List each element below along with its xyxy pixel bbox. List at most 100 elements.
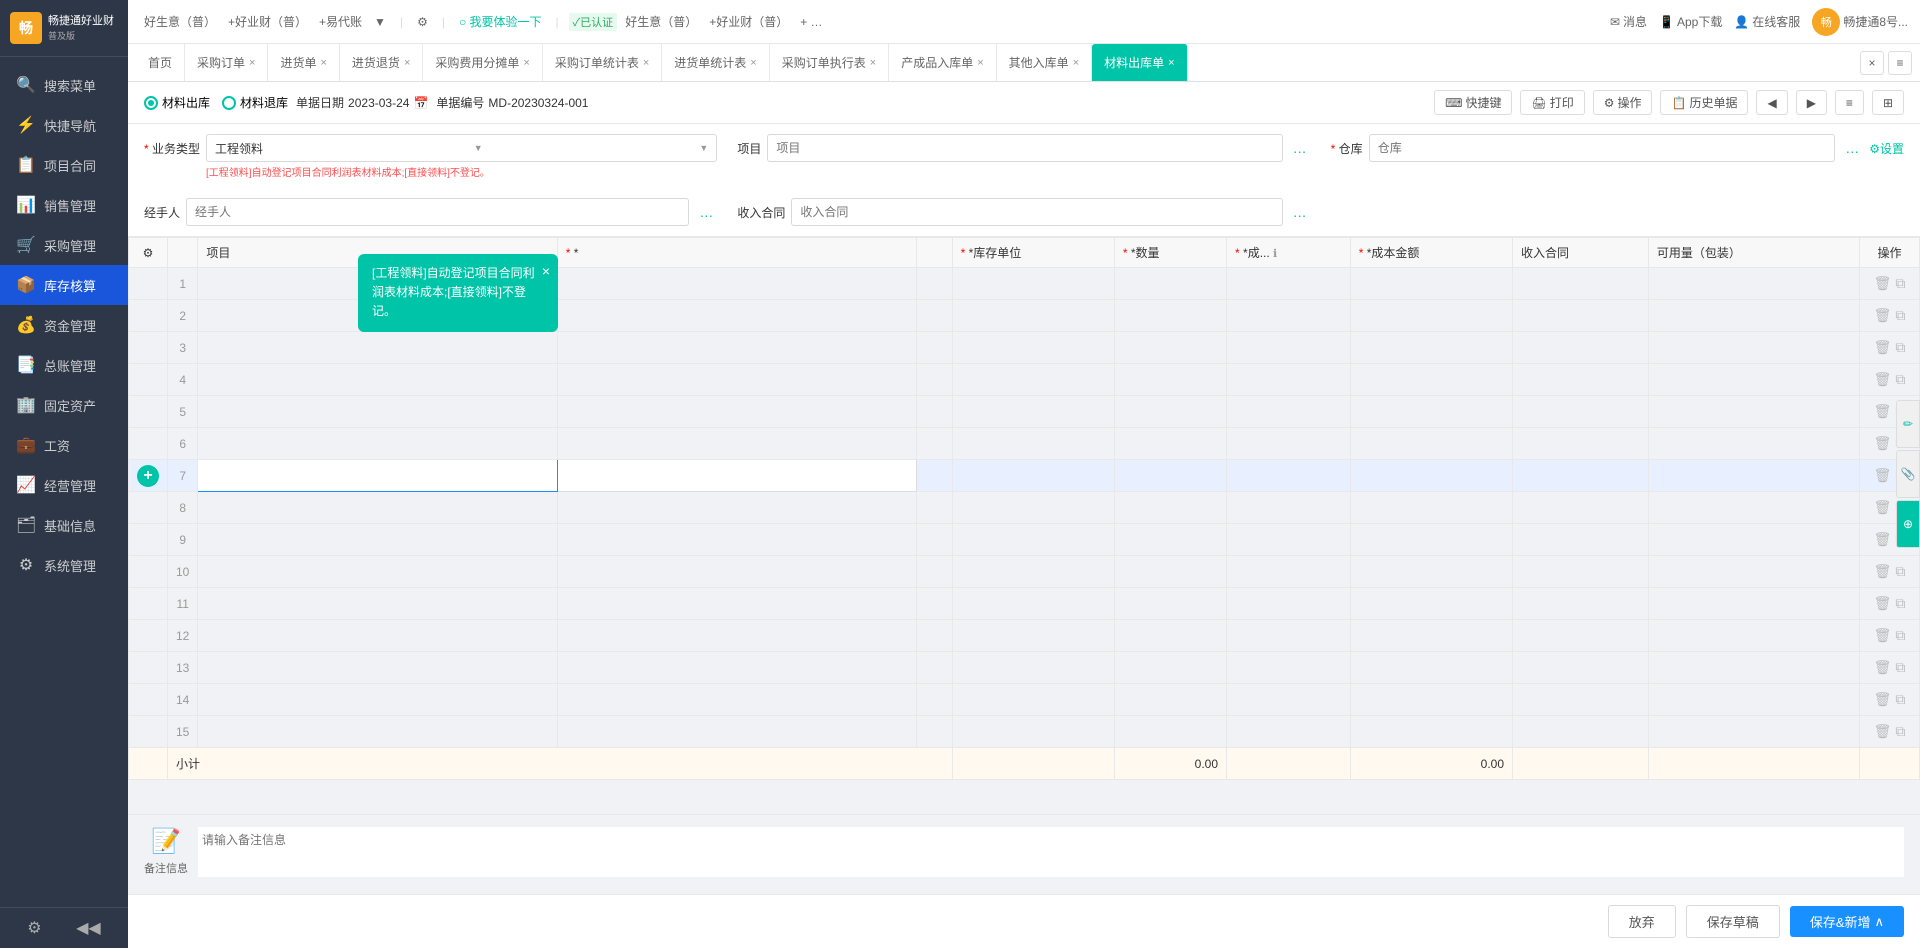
tab-close-icon[interactable]: × bbox=[404, 57, 410, 69]
delete-row-icon[interactable]: 🗑 bbox=[1874, 371, 1892, 388]
sidebar-settings-button[interactable]: ⚙ bbox=[27, 918, 41, 938]
row-available-qty[interactable] bbox=[1648, 268, 1859, 300]
project-dots-btn[interactable]: … bbox=[1289, 140, 1311, 156]
delete-row-icon[interactable]: 🗑 bbox=[1874, 595, 1892, 612]
view-list-btn[interactable]: ≡ bbox=[1835, 90, 1864, 115]
tab-close-icon[interactable]: × bbox=[249, 57, 255, 69]
row-income-contract[interactable] bbox=[1513, 268, 1649, 300]
tab-close-icon[interactable]: × bbox=[320, 57, 326, 69]
right-tool-paperclip-btn[interactable]: 📎 bbox=[1896, 450, 1920, 498]
row-available-qty[interactable] bbox=[1648, 300, 1859, 332]
copy-row-icon[interactable]: ⧉ bbox=[1895, 275, 1905, 292]
row-product[interactable] bbox=[557, 268, 916, 300]
copy-row-icon[interactable]: ⧉ bbox=[1895, 563, 1905, 580]
tab-purchase-cost[interactable]: 采购费用分摊单 × bbox=[423, 44, 542, 82]
row-unit[interactable] bbox=[952, 300, 1114, 332]
remarks-textarea[interactable] bbox=[198, 827, 1904, 877]
date-value[interactable]: 2023-03-24 bbox=[348, 96, 409, 110]
tab-close-all-btn[interactable]: × bbox=[1860, 51, 1884, 75]
sidebar-collapse-button[interactable]: ◀◀ bbox=[76, 918, 101, 938]
row-warehouse[interactable] bbox=[917, 300, 953, 332]
copy-row-icon[interactable]: ⧉ bbox=[1895, 659, 1905, 676]
tab-goods-return[interactable]: 进货退货 × bbox=[340, 44, 423, 82]
topbar-app-download-btn[interactable]: 📱 App下载 bbox=[1659, 13, 1722, 30]
save-new-button[interactable]: 保存&新增 ∧ bbox=[1790, 906, 1904, 937]
nav-next-btn[interactable]: ▶ bbox=[1796, 90, 1827, 115]
row-product[interactable] bbox=[557, 300, 916, 332]
topbar-more-link[interactable]: + … bbox=[796, 13, 826, 31]
sidebar-item-operations[interactable]: 📈 经营管理 bbox=[0, 465, 128, 505]
active-row-project[interactable] bbox=[198, 460, 557, 492]
tab-material-out[interactable]: 材料出库单 × bbox=[1092, 44, 1187, 82]
row-warehouse[interactable] bbox=[917, 268, 953, 300]
row-cost-amount[interactable] bbox=[1350, 300, 1512, 332]
active-product-input[interactable] bbox=[566, 469, 908, 483]
topbar-experience-link[interactable]: ○ 我要体验一下 bbox=[455, 11, 546, 32]
topbar-user-area[interactable]: 畅 畅捷通8号... bbox=[1812, 8, 1908, 36]
delete-row-icon[interactable]: 🗑 bbox=[1874, 659, 1892, 676]
tab-close-icon[interactable]: × bbox=[1168, 57, 1174, 69]
active-project-input[interactable] bbox=[206, 469, 548, 483]
warehouse-input[interactable] bbox=[1369, 134, 1836, 162]
tab-other-in[interactable]: 其他入库单 × bbox=[997, 44, 1092, 82]
delete-row-icon[interactable]: 🗑 bbox=[1874, 275, 1892, 292]
tab-purchase-stats[interactable]: 采购订单统计表 × bbox=[543, 44, 662, 82]
row-unit[interactable] bbox=[952, 268, 1114, 300]
handler-dots-btn[interactable]: … bbox=[695, 204, 717, 220]
copy-row-icon[interactable]: ⧉ bbox=[1895, 307, 1905, 324]
row-income-contract[interactable] bbox=[1513, 300, 1649, 332]
tab-close-icon[interactable]: × bbox=[523, 57, 529, 69]
sidebar-item-project[interactable]: 📋 项目合同 bbox=[0, 145, 128, 185]
delete-row-icon[interactable]: 🗑 bbox=[1874, 467, 1892, 484]
sidebar-item-sales[interactable]: 📊 销售管理 bbox=[0, 185, 128, 225]
topbar-link-haoyecai[interactable]: +好业财（普） bbox=[224, 11, 311, 32]
copy-row-icon[interactable]: ⧉ bbox=[1895, 371, 1905, 388]
topbar-dropdown-btn[interactable]: ▼ bbox=[370, 13, 390, 31]
topbar-link-haoyecai2[interactable]: +好业财（普） bbox=[705, 11, 792, 32]
delete-row-icon[interactable]: 🗑 bbox=[1874, 531, 1892, 548]
warehouse-dots-btn[interactable]: … bbox=[1841, 140, 1863, 156]
row-quantity[interactable] bbox=[1114, 268, 1226, 300]
project-input[interactable] bbox=[767, 134, 1282, 162]
topbar-link-dazhang[interactable]: +易代账 bbox=[315, 11, 366, 32]
delete-row-icon[interactable]: 🗑 bbox=[1874, 563, 1892, 580]
sidebar-item-accounting[interactable]: 📑 总账管理 bbox=[0, 345, 128, 385]
row-cost-amount[interactable] bbox=[1350, 268, 1512, 300]
tab-home[interactable]: 首页 bbox=[136, 44, 185, 82]
income-contract-input[interactable] bbox=[791, 198, 1282, 226]
delete-row-icon[interactable]: 🗑 bbox=[1874, 435, 1892, 452]
tab-close-icon[interactable]: × bbox=[750, 57, 756, 69]
row-cost-price[interactable] bbox=[1227, 300, 1351, 332]
tab-purchase-order[interactable]: 采购订单 × bbox=[185, 44, 268, 82]
copy-row-icon[interactable]: ⧉ bbox=[1895, 595, 1905, 612]
delete-row-icon[interactable]: 🗑 bbox=[1874, 339, 1892, 356]
radio-material-return[interactable]: 材料退库 bbox=[222, 94, 288, 111]
tab-goods-in[interactable]: 进货单 × bbox=[268, 44, 339, 82]
topbar-message-btn[interactable]: ✉ 消息 bbox=[1610, 13, 1647, 30]
copy-row-icon[interactable]: ⧉ bbox=[1895, 723, 1905, 740]
delete-row-icon[interactable]: 🗑 bbox=[1874, 627, 1892, 644]
sidebar-item-capital[interactable]: 💰 资金管理 bbox=[0, 305, 128, 345]
delete-row-icon[interactable]: 🗑 bbox=[1874, 499, 1892, 516]
business-type-select[interactable]: 工程领料 ▼ bbox=[206, 134, 717, 162]
quick-key-btn[interactable]: ⌨ 快捷键 bbox=[1434, 90, 1512, 115]
row-cost-price[interactable] bbox=[1227, 268, 1351, 300]
tab-goods-stats[interactable]: 进货单统计表 × bbox=[662, 44, 769, 82]
save-draft-button[interactable]: 保存草稿 bbox=[1686, 905, 1780, 938]
right-tool-edit-btn[interactable]: ✏ bbox=[1896, 400, 1920, 448]
sidebar-item-quick[interactable]: ⚡ 快捷导航 bbox=[0, 105, 128, 145]
sidebar-item-search[interactable]: 🔍 搜索菜单 bbox=[0, 65, 128, 105]
tab-purchase-exec[interactable]: 采购订单执行表 × bbox=[770, 44, 889, 82]
copy-row-icon[interactable]: ⧉ bbox=[1895, 627, 1905, 644]
cost-info-icon[interactable]: ℹ bbox=[1273, 248, 1277, 260]
tooltip-close-btn[interactable]: × bbox=[542, 260, 550, 282]
add-row-btn[interactable]: + bbox=[137, 465, 159, 487]
history-btn[interactable]: 📋 历史单据 bbox=[1660, 90, 1748, 115]
sidebar-item-system[interactable]: ⚙ 系统管理 bbox=[0, 545, 128, 585]
copy-row-icon[interactable]: ⧉ bbox=[1895, 339, 1905, 356]
tab-close-icon[interactable]: × bbox=[977, 57, 983, 69]
topbar-settings-icon[interactable]: ⚙ bbox=[413, 13, 432, 31]
settings-header[interactable]: ⚙ bbox=[129, 238, 168, 268]
sidebar-item-basics[interactable]: 🗂 基础信息 bbox=[0, 505, 128, 545]
discard-button[interactable]: 放弃 bbox=[1608, 905, 1676, 938]
